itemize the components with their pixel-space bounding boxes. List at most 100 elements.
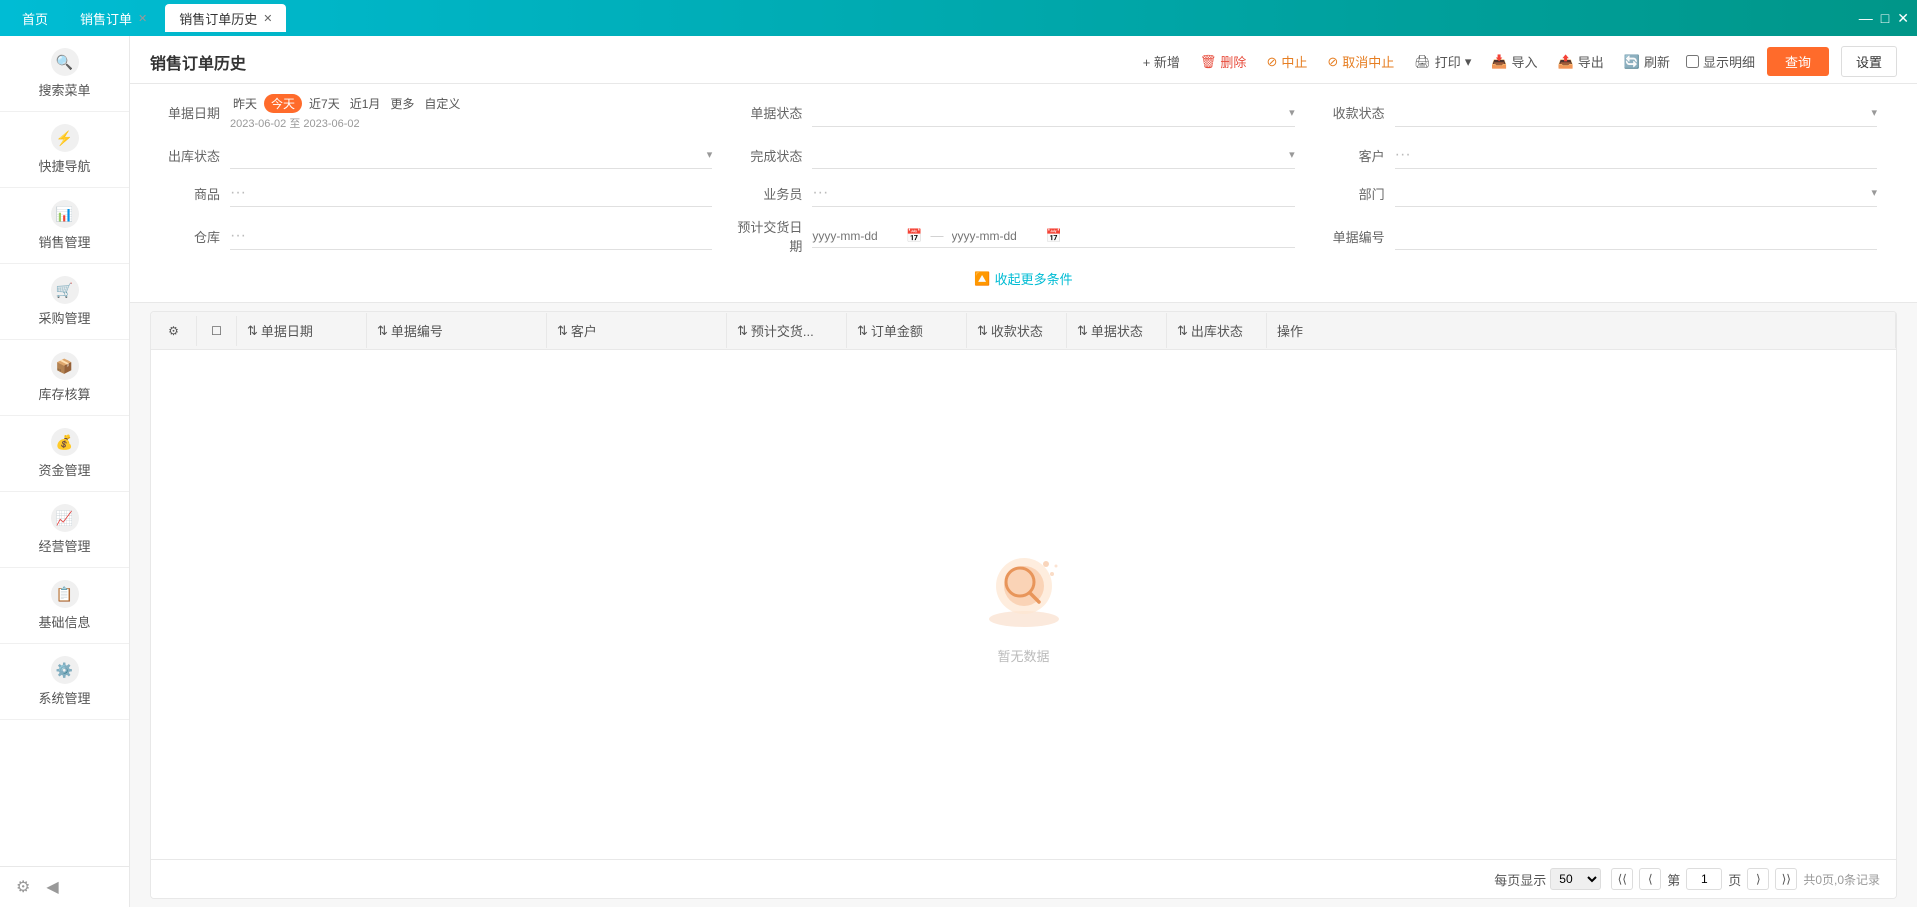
sidebar-item-sales[interactable]: 📊 销售管理 bbox=[0, 188, 129, 264]
cancel-stop-label: 取消中止 bbox=[1342, 52, 1394, 71]
print-button[interactable]: 🖨 打印 ▾ bbox=[1410, 50, 1475, 73]
dept-label: 部门 bbox=[1315, 184, 1395, 203]
first-page-btn[interactable]: ⟨⟨ bbox=[1611, 868, 1633, 890]
customer-field[interactable]: ··· bbox=[1395, 141, 1877, 169]
tab-sales-order[interactable]: 销售订单 ✕ bbox=[66, 4, 161, 32]
setting-button[interactable]: 设置 bbox=[1841, 46, 1897, 77]
order-no-field[interactable] bbox=[1395, 222, 1877, 250]
goods-field[interactable]: ··· bbox=[230, 179, 712, 207]
th-delivery[interactable]: ⇅ 预计交货... bbox=[727, 313, 847, 348]
th-amount-label: 订单金额 bbox=[871, 321, 923, 340]
filter-row-1: 单据日期 昨天 今天 近7天 近1月 更多 自定义 2023-06-02 至 2… bbox=[150, 94, 1897, 131]
import-button[interactable]: 📥 导入 bbox=[1487, 50, 1541, 73]
expected-date-start[interactable] bbox=[812, 229, 902, 243]
close-window-icon[interactable]: ✕ bbox=[1897, 10, 1909, 27]
dept-field[interactable]: ▾ bbox=[1395, 179, 1877, 207]
sidebar-item-operations-label: 经营管理 bbox=[38, 536, 90, 555]
last-page-btn[interactable]: ⟩⟩ bbox=[1775, 868, 1797, 890]
refresh-label: 刷新 bbox=[1644, 52, 1670, 71]
stop-label: 中止 bbox=[1281, 52, 1307, 71]
collapse-label: 收起更多条件 bbox=[995, 269, 1073, 288]
th-customer[interactable]: ⇅ 客户 bbox=[547, 313, 727, 348]
cal-start-icon[interactable]: 📅 bbox=[906, 228, 922, 244]
delete-button[interactable]: 🗑 删除 bbox=[1196, 50, 1251, 73]
payment-status-field[interactable]: ▾ bbox=[1395, 99, 1877, 127]
th-gear[interactable]: ⚙ bbox=[151, 316, 197, 346]
sidebar-collapse-icon[interactable]: ◀ bbox=[46, 877, 58, 897]
display-toggle-label: 显示明细 bbox=[1703, 52, 1755, 71]
export-label: 导出 bbox=[1578, 52, 1604, 71]
th-delivery-sort-icon: ⇅ bbox=[737, 323, 748, 339]
empty-text: 暂无数据 bbox=[997, 646, 1049, 665]
empty-state: 暂无数据 bbox=[974, 544, 1074, 665]
date-tag-today[interactable]: 今天 bbox=[264, 94, 302, 113]
display-toggle[interactable]: 显示明细 bbox=[1686, 52, 1755, 71]
date-tag-more[interactable]: 更多 bbox=[387, 94, 417, 113]
th-amount[interactable]: ⇅ 订单金额 bbox=[847, 313, 967, 348]
minimize-icon[interactable]: — bbox=[1859, 10, 1873, 26]
expected-date-label: 预计交货日期 bbox=[732, 217, 812, 255]
table-area: ⚙ ☐ ⇅ 单据日期 ⇅ 单据编号 ⇅ 客户 ⇅ 预计交货... bbox=[150, 311, 1897, 899]
window-controls: — □ ✕ bbox=[1859, 10, 1909, 27]
collapse-up-icon: 🔼 bbox=[974, 271, 990, 287]
th-check[interactable]: ☐ bbox=[197, 316, 237, 346]
sidebar-item-search-label: 搜索菜单 bbox=[38, 80, 90, 99]
th-pay-sort-icon: ⇅ bbox=[977, 323, 988, 339]
main-layout: 🔍 搜索菜单 ⚡ 快捷导航 📊 销售管理 🛒 采购管理 📦 库存核算 💰 资金管… bbox=[0, 36, 1917, 907]
th-order[interactable]: ⇅ 单据编号 bbox=[367, 313, 547, 348]
refresh-icon: 🔄 bbox=[1624, 54, 1640, 70]
sidebar-item-inventory[interactable]: 📦 库存核算 bbox=[0, 340, 129, 416]
th-order-status[interactable]: ⇅ 单据状态 bbox=[1067, 313, 1167, 348]
next-page-btn[interactable]: ⟩ bbox=[1747, 868, 1769, 890]
jump-label: 第 bbox=[1667, 870, 1680, 889]
th-customer-sort-icon: ⇅ bbox=[557, 323, 568, 339]
empty-illustration bbox=[974, 544, 1074, 634]
order-status-field[interactable]: ▾ bbox=[812, 99, 1294, 127]
purchase-icon: 🛒 bbox=[51, 276, 79, 304]
close-history-tab[interactable]: ✕ bbox=[263, 12, 272, 25]
sidebar-item-system[interactable]: ⚙️ 系统管理 bbox=[0, 644, 129, 720]
new-button[interactable]: + 新增 bbox=[1139, 50, 1184, 73]
sidebar-item-purchase[interactable]: 🛒 采购管理 bbox=[0, 264, 129, 340]
stock-out-field[interactable]: ▾ bbox=[230, 141, 712, 169]
date-tag-1month[interactable]: 近1月 bbox=[347, 94, 384, 113]
date-tag-7days[interactable]: 近7天 bbox=[306, 94, 343, 113]
sidebar-item-quick-nav[interactable]: ⚡ 快捷导航 bbox=[0, 112, 129, 188]
sidebar-item-finance[interactable]: 💰 资金管理 bbox=[0, 416, 129, 492]
close-sales-order-tab[interactable]: ✕ bbox=[138, 12, 147, 25]
th-stock-status[interactable]: ⇅ 出库状态 bbox=[1167, 313, 1267, 348]
tab-sales-order-history[interactable]: 销售订单历史 ✕ bbox=[165, 4, 286, 32]
inventory-icon: 📦 bbox=[51, 352, 79, 380]
sidebar-settings-icon[interactable]: ⚙ bbox=[16, 877, 30, 897]
query-button[interactable]: 查询 bbox=[1767, 47, 1829, 76]
collapse-bar[interactable]: 🔼 收起更多条件 bbox=[150, 265, 1897, 292]
tab-home[interactable]: 首页 bbox=[8, 4, 62, 32]
import-icon: 📥 bbox=[1491, 54, 1507, 70]
payment-status-dropdown-icon: ▾ bbox=[1871, 106, 1877, 119]
salesperson-field[interactable]: ··· bbox=[812, 179, 1294, 207]
th-customer-label: 客户 bbox=[571, 321, 597, 340]
sidebar-item-operations[interactable]: 📈 经营管理 bbox=[0, 492, 129, 568]
stop-button[interactable]: ⊘ 中止 bbox=[1262, 50, 1311, 73]
sidebar-item-search[interactable]: 🔍 搜索菜单 bbox=[0, 36, 129, 112]
cancel-stop-button[interactable]: ⊘ 取消中止 bbox=[1323, 50, 1398, 73]
maximize-icon[interactable]: □ bbox=[1881, 10, 1889, 26]
refresh-button[interactable]: 🔄 刷新 bbox=[1620, 50, 1674, 73]
warehouse-field[interactable]: ··· bbox=[230, 222, 712, 250]
expected-date-end[interactable] bbox=[952, 229, 1042, 243]
date-tag-custom[interactable]: 自定义 bbox=[421, 94, 463, 113]
delete-icon: 🗑 bbox=[1200, 54, 1217, 70]
complete-field[interactable]: ▾ bbox=[812, 141, 1294, 169]
date-tag-yesterday[interactable]: 昨天 bbox=[230, 94, 260, 113]
page-input[interactable] bbox=[1686, 868, 1722, 890]
page-size-select[interactable]: 50 10 20 100 bbox=[1550, 868, 1601, 890]
goods-label: 商品 bbox=[150, 184, 230, 203]
cal-end-icon[interactable]: 📅 bbox=[1046, 228, 1062, 244]
display-toggle-checkbox[interactable] bbox=[1686, 55, 1699, 68]
sidebar-item-basic-info[interactable]: 📋 基础信息 bbox=[0, 568, 129, 644]
export-button[interactable]: 📤 导出 bbox=[1554, 50, 1608, 73]
th-date[interactable]: ⇅ 单据日期 bbox=[237, 313, 367, 348]
prev-page-btn[interactable]: ⟨ bbox=[1639, 868, 1661, 890]
th-pay-status[interactable]: ⇅ 收款状态 bbox=[967, 313, 1067, 348]
print-label: 打印 bbox=[1435, 52, 1461, 71]
